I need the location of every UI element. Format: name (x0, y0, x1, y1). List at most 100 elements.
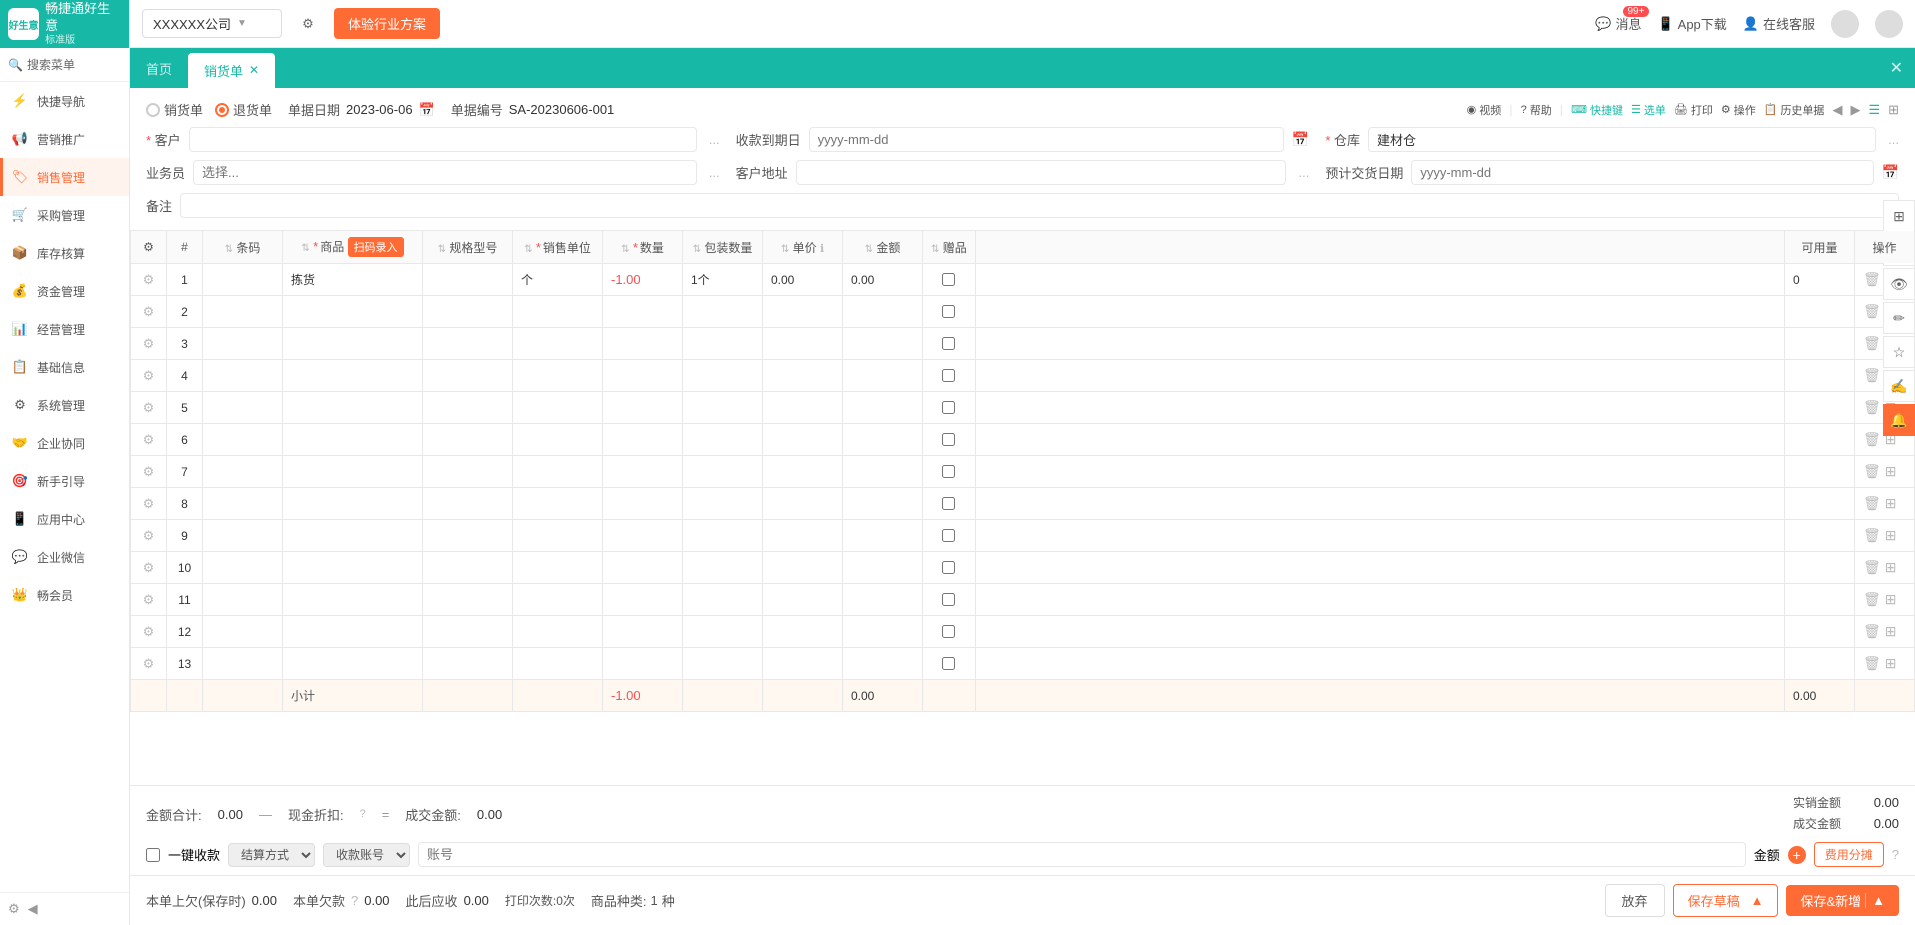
row-remark[interactable] (975, 296, 1784, 328)
row-settings-icon[interactable]: ⚙ (143, 368, 155, 383)
payment-method-select[interactable]: 结算方式 (228, 843, 315, 867)
due-date-calendar-icon[interactable]: 📅 (1292, 131, 1309, 148)
app-download-button[interactable]: 📱 App下载 (1657, 14, 1726, 33)
sidebar-item-sales[interactable]: 🏷 销售管理 (0, 158, 129, 196)
qty-sort-icon[interactable]: ⇅ (621, 244, 629, 255)
delete-row-icon[interactable]: 🗑 (1863, 463, 1881, 480)
payment-account-input[interactable] (418, 842, 1746, 867)
discount-info-icon[interactable]: ? (360, 808, 366, 820)
delete-row-icon[interactable]: 🗑 (1863, 335, 1881, 352)
avatar2[interactable] (1875, 10, 1903, 38)
copy-row-icon[interactable]: ⊞ (1885, 559, 1897, 576)
sidebar-item-inventory[interactable]: 📦 库存核算 (0, 234, 129, 272)
scan-barcode-button[interactable]: 扫码录入 (348, 237, 404, 257)
expense-help-icon[interactable]: ? (1892, 847, 1899, 862)
save-new-button[interactable]: 保存&新增 ▲ (1786, 885, 1899, 916)
row-settings-icon[interactable]: ⚙ (143, 272, 155, 287)
radio-sales-order[interactable]: 销货单 (146, 100, 203, 119)
row-settings-icon[interactable]: ⚙ (143, 496, 155, 511)
gift-checkbox[interactable] (942, 657, 955, 670)
tab-home[interactable]: 首页 (130, 51, 188, 86)
sidebar-item-finance[interactable]: 💰 资金管理 (0, 272, 129, 310)
delete-row-icon[interactable]: 🗑 (1863, 655, 1881, 672)
historical-owe-help-icon[interactable]: ? (351, 893, 358, 908)
row-gift[interactable] (923, 296, 976, 328)
row-gift[interactable] (923, 264, 976, 296)
list-view-icon[interactable]: ☰ (1868, 102, 1880, 118)
sidebar-item-purchase[interactable]: 🛒 采购管理 (0, 196, 129, 234)
customer-address-ellipsis[interactable]: ... (1298, 165, 1309, 180)
sidebar-item-quick-nav[interactable]: ⚡ 快捷导航 (0, 82, 129, 120)
sidebar-search[interactable]: 🔍 搜索菜单 (0, 48, 129, 82)
warehouse-input[interactable] (1368, 127, 1876, 152)
delete-row-icon[interactable]: 🗑 (1863, 399, 1881, 416)
sidebar-item-wecom[interactable]: 💬 企业微信 (0, 538, 129, 576)
online-service-button[interactable]: 👤 在线客服 (1743, 14, 1815, 33)
sidebar-item-app-center[interactable]: 📱 应用中心 (0, 500, 129, 538)
row-settings-icon[interactable]: ⚙ (143, 304, 155, 319)
gift-checkbox[interactable] (942, 369, 955, 382)
price-info-icon[interactable]: ℹ (820, 243, 824, 255)
delete-row-icon[interactable]: 🗑 (1863, 495, 1881, 512)
copy-row-icon[interactable]: ⊞ (1885, 655, 1897, 672)
settings-icon[interactable]: ⚙ (8, 901, 20, 917)
copy-row-icon[interactable]: ⊞ (1885, 527, 1897, 544)
float-edit-btn[interactable]: ✍ (1883, 370, 1915, 402)
delivery-date-calendar-icon[interactable]: 📅 (1882, 164, 1899, 181)
row-settings-icon[interactable]: ⚙ (143, 432, 155, 447)
grid-view-icon[interactable]: ⊞ (1888, 102, 1899, 118)
row-barcode[interactable] (203, 328, 283, 360)
delete-row-icon[interactable]: 🗑 (1863, 431, 1881, 448)
float-eye-btn[interactable]: 👁 (1883, 268, 1915, 300)
gift-checkbox[interactable] (942, 593, 955, 606)
copy-row-icon[interactable]: ⊞ (1885, 463, 1897, 480)
warehouse-ellipsis[interactable]: ... (1888, 132, 1899, 147)
row-settings-icon[interactable]: ⚙ (143, 336, 155, 351)
delete-row-icon[interactable]: 🗑 (1863, 367, 1881, 384)
pack-sort-icon[interactable]: ⇅ (693, 244, 701, 255)
shortcut-btn[interactable]: ⌨ 快捷键 (1571, 102, 1623, 118)
salesperson-ellipsis[interactable]: ... (709, 165, 720, 180)
barcode-sort-icon[interactable]: ⇅ (225, 244, 233, 255)
row-qty[interactable]: -1.00 (603, 264, 683, 296)
video-btn[interactable]: ◉ 视频 (1467, 102, 1502, 118)
salesperson-input[interactable] (193, 160, 697, 185)
row-remark[interactable] (975, 264, 1784, 296)
expense-split-button[interactable]: 费用分摊 (1814, 842, 1884, 867)
customer-ellipsis[interactable]: ... (709, 132, 720, 147)
operation-btn[interactable]: ⚙ 操作 (1721, 102, 1756, 118)
one-click-payment-checkbox[interactable] (146, 848, 160, 862)
radio-return-order[interactable]: 退货单 (215, 100, 272, 119)
help-btn[interactable]: ? 帮助 (1521, 102, 1552, 118)
gift-checkbox[interactable] (942, 465, 955, 478)
row-spec[interactable] (423, 296, 513, 328)
row-product[interactable] (283, 296, 423, 328)
customer-input[interactable] (189, 127, 697, 152)
row-barcode[interactable] (203, 264, 283, 296)
discard-button[interactable]: 放弃 (1605, 884, 1665, 917)
nav-prev-icon[interactable]: ◀ (1832, 102, 1842, 118)
row-settings-icon[interactable]: ⚙ (143, 656, 155, 671)
row-price[interactable] (763, 328, 843, 360)
remark-input[interactable] (180, 193, 1899, 218)
sidebar-item-business[interactable]: 📊 经营管理 (0, 310, 129, 348)
sidebar-item-member[interactable]: 👑 畅会员 (0, 576, 129, 614)
row-price[interactable] (763, 296, 843, 328)
add-payment-button[interactable]: + (1788, 846, 1806, 864)
gift-checkbox[interactable] (942, 433, 955, 446)
calendar-icon[interactable]: 📅 (419, 102, 435, 118)
gift-checkbox[interactable] (942, 401, 955, 414)
due-date-input[interactable] (809, 127, 1284, 152)
copy-row-icon[interactable]: ⊞ (1885, 495, 1897, 512)
save-draft-dropdown-icon[interactable]: ▲ (1744, 893, 1764, 908)
avatar[interactable] (1831, 10, 1859, 38)
gift-checkbox[interactable] (942, 561, 955, 574)
row-settings-icon[interactable]: ⚙ (143, 400, 155, 415)
delete-row-icon[interactable]: 🗑 (1863, 303, 1881, 320)
payment-account-select[interactable]: 收款账号 (323, 843, 410, 867)
unit-sort-icon[interactable]: ⇅ (524, 244, 532, 255)
delete-row-icon[interactable]: 🗑 (1863, 591, 1881, 608)
row-settings-icon[interactable]: ⚙ (143, 592, 155, 607)
gift-checkbox[interactable] (942, 337, 955, 350)
gift-checkbox[interactable] (942, 273, 955, 286)
